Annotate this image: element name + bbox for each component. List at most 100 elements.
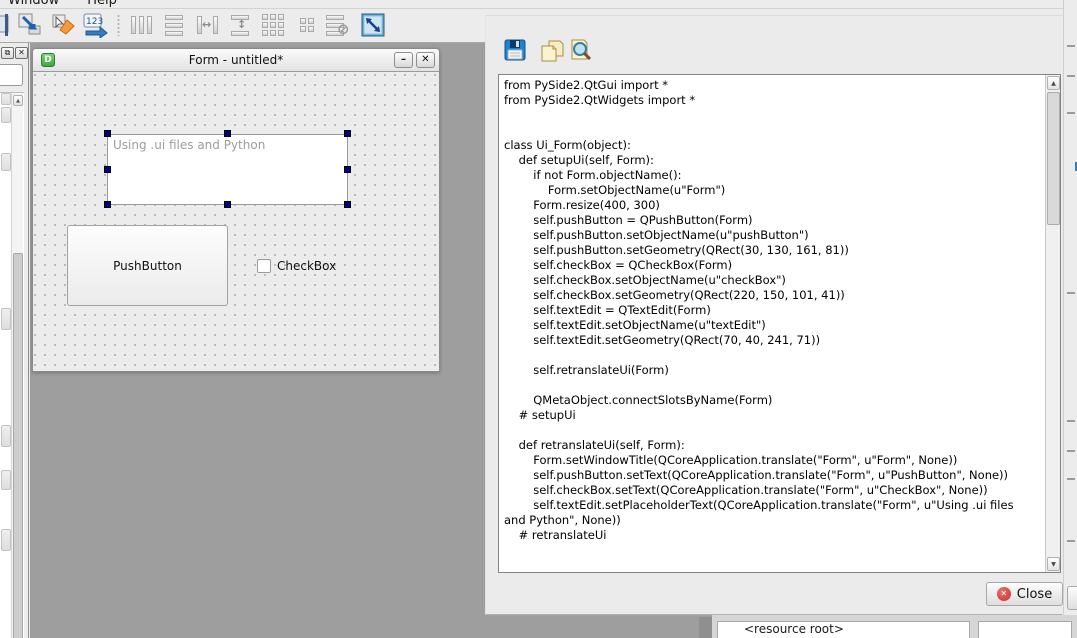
minimize-icon[interactable]: – [394,52,413,68]
menu-bar: Window Help [0,0,1077,9]
checkbox-label: CheckBox [277,259,336,273]
panel-tick [1067,420,1075,422]
layout-horizontal-icon [128,12,154,38]
panel-tick [1067,75,1075,77]
code-line: if not Form.objectName(): [504,168,1044,183]
right-edge-panel [1063,0,1077,615]
code-editor[interactable]: from PySide2.QtGui import *from PySide2.… [498,74,1061,573]
selection-handle[interactable] [344,130,351,137]
code-line: self.textEdit.setPlaceholderText(QCoreAp… [504,498,1044,513]
menu-items: Window Help [8,0,145,8]
layout-vertical-splitter-icon: ↕ [227,12,253,38]
selection-handle[interactable] [224,130,231,137]
splitter-handle[interactable] [699,617,712,638]
resource-detail-pane[interactable] [978,621,1072,638]
selection-handle[interactable] [104,166,111,173]
break-layout-icon: ⊘ [325,12,351,38]
textedit-placeholder: Using .ui files and Python [113,138,265,152]
code-line [504,378,1044,393]
code-line [504,108,1044,123]
close-button[interactable]: ✕ Close [986,582,1063,606]
edit-signals-slots-icon[interactable] [17,12,43,38]
code-line: self.checkBox.setText(QCoreApplication.t… [504,483,1044,498]
widget-box-category-row[interactable] [1,107,11,123]
menu-item[interactable]: Help [87,0,117,8]
panel-tick [1067,540,1075,542]
code-line: self.retranslateUi(Form) [504,363,1044,378]
toolbar-separator [117,14,120,36]
code-line [504,123,1044,138]
code-line: # retranslateUi [504,528,1044,543]
code-line: def retranslateUi(self, Form): [504,438,1044,453]
close-icon[interactable]: ✕ [15,47,28,59]
panel-tick [1067,45,1075,47]
selection-handle[interactable] [224,201,231,208]
code-line: Form.resize(400, 300) [504,198,1044,213]
svg-text:123: 123 [86,17,103,27]
code-line: QMetaObject.connectSlotsByName(Form) [504,393,1044,408]
edit-buddies-icon[interactable] [50,12,76,38]
widget-box-category-row[interactable] [1,529,11,551]
selection-handle[interactable] [344,201,351,208]
code-line: self.pushButton = QPushButton(Form) [504,213,1044,228]
code-line: self.textEdit.setObjectName(u"textEdit") [504,318,1044,333]
code-line: self.textEdit.setGeometry(QRect(70, 40, … [504,333,1044,348]
adjust-size-icon[interactable] [360,12,386,38]
code-line: # setupUi [504,408,1044,423]
code-line: self.pushButton.setText(QCoreApplication… [504,468,1044,483]
edit-widgets-icon[interactable] [0,12,14,38]
form-window-title: Form - untitled* [33,53,439,67]
code-scrollbar-thumb[interactable] [1047,92,1060,225]
code-scrollbar[interactable]: ▲ ▼ [1045,75,1060,572]
scroll-up-icon[interactable]: ▲ [13,95,23,106]
code-line: from PySide2.QtWidgets import * [504,93,1044,108]
menu-item[interactable]: Window [8,0,59,8]
widget-box-scrollbar[interactable]: ▲ [11,93,23,638]
widget-box-category-row[interactable] [1,308,11,330]
widget-box-category-row[interactable] [1,425,11,447]
slash-circle-glyph: ⊘ [337,20,350,38]
close-icon[interactable]: ✕ [416,52,435,68]
scroll-down-icon[interactable]: ▼ [1047,557,1060,571]
copy-icon[interactable] [539,38,565,64]
code-line: def setupUi(self, Form): [504,153,1044,168]
edit-tab-order-icon[interactable]: 123 [82,12,108,38]
layout-grid-icon [260,12,286,38]
cut-off-button-edge[interactable] [1067,586,1077,610]
save-icon[interactable] [503,38,529,64]
code-line: class Ui_Form(object): [504,138,1044,153]
checkbox-indicator[interactable] [257,259,271,273]
widget-box-list[interactable]: ▲ [0,92,24,638]
widget-box-category-row[interactable] [1,470,11,490]
code-line: and Python", None)) [504,513,1044,528]
selection-handle[interactable] [104,130,111,137]
selection-handle[interactable] [104,201,111,208]
layout-horizontal-splitter-icon: ↔ [194,12,220,38]
code-text: from PySide2.QtGui import *from PySide2.… [499,78,1044,572]
selection-handle[interactable] [344,166,351,173]
pushbutton-widget[interactable]: PushButton [67,225,228,306]
checkbox-widget[interactable]: CheckBox [257,245,358,286]
form-designer-window: D Form - untitled* – ✕ Using .ui files a… [32,48,440,372]
widget-box-scrollbar-thumb[interactable] [13,253,23,638]
code-line: self.pushButton.setGeometry(QRect(30, 13… [504,243,1044,258]
panel-tick [1067,112,1075,114]
scroll-up-icon[interactable]: ▲ [1047,76,1060,90]
widget-box-panel: ⧉ ✕ ▲ [0,43,29,638]
form-canvas[interactable]: Using .ui files and Python PushButton Ch… [34,72,438,371]
form-title-bar[interactable]: D Form - untitled* – ✕ [33,49,439,72]
widget-box-category-row[interactable] [1,93,11,105]
left-right-arrow-glyph: ↔ [202,18,211,31]
textedit-widget[interactable]: Using .ui files and Python [107,134,348,205]
code-line: self.checkBox.setGeometry(QRect(220, 150… [504,288,1044,303]
widget-filter-input[interactable] [0,64,23,86]
close-button-label: Close [1017,587,1052,602]
float-icon[interactable]: ⧉ [1,47,14,59]
find-icon[interactable] [568,38,594,64]
code-preview-dialog: from PySide2.QtGui import *from PySide2.… [485,15,1062,615]
resource-root-item[interactable]: <resource root> [717,621,970,638]
widget-box-category-row[interactable] [1,153,11,171]
layout-form-icon [294,12,320,38]
panel-tick [1067,292,1075,294]
panel-tick [1067,478,1075,480]
